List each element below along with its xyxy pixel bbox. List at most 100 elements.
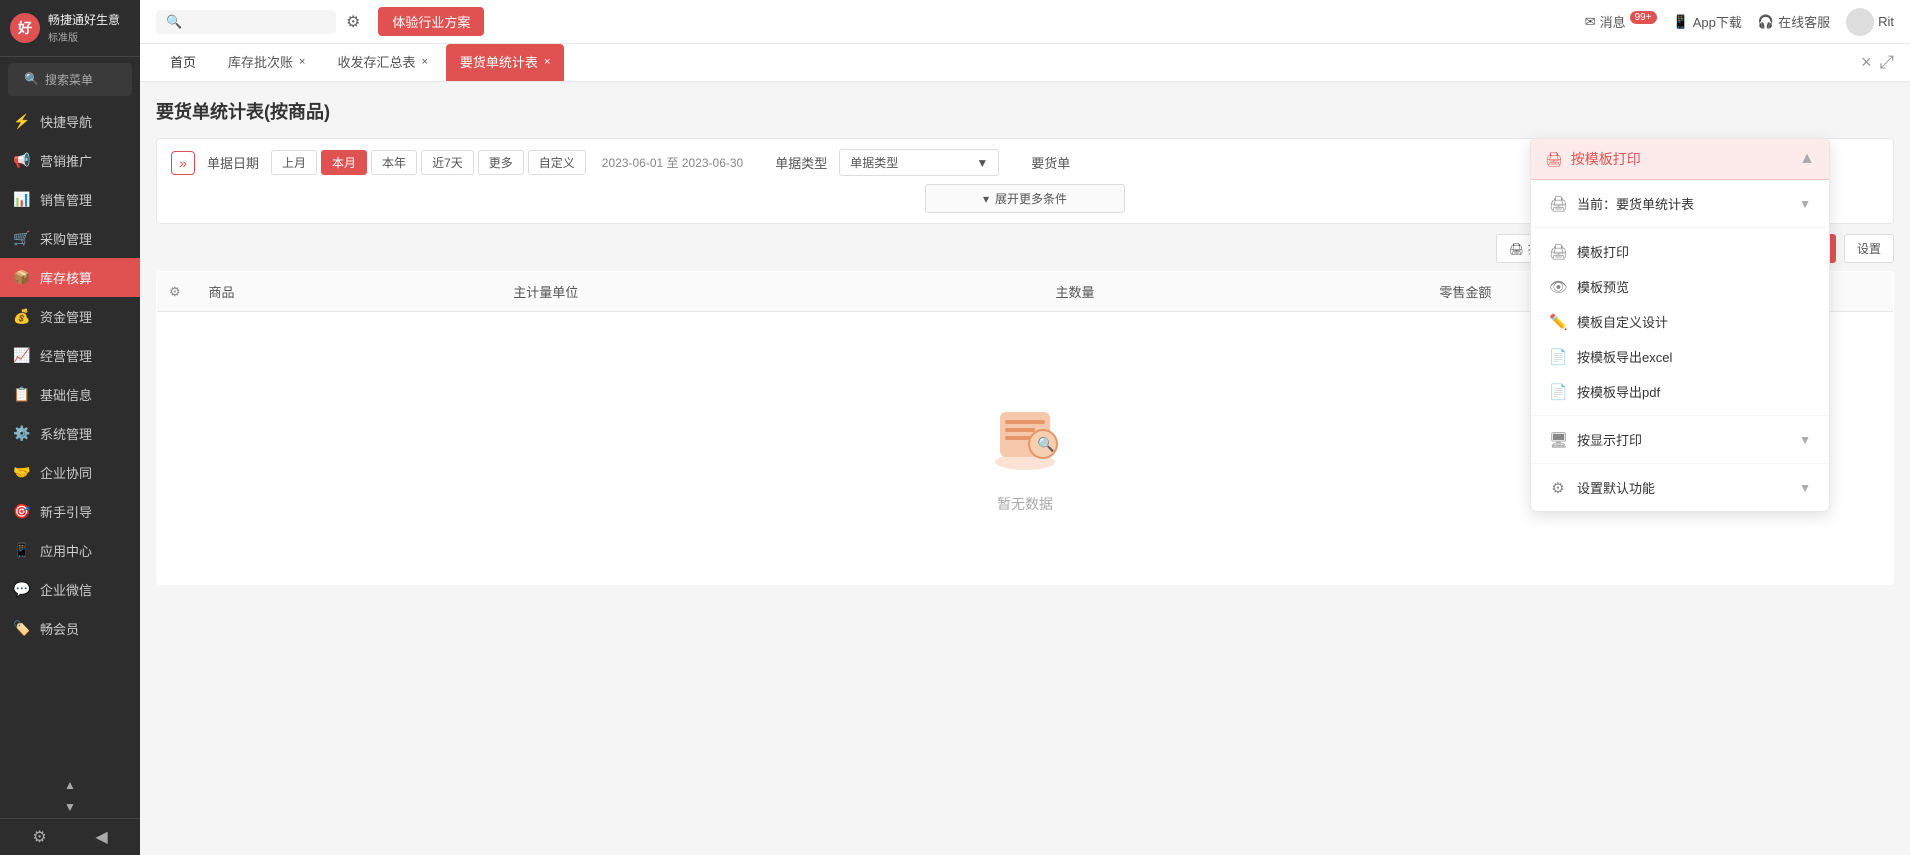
dropdown-display-section: 🖥 按显示打印 ▼ [1531,416,1829,464]
settings-button[interactable]: 设置 [1844,234,1894,263]
sidebar-item-marketing[interactable]: 📢 营销推广 [0,141,140,180]
sidebar-item-label: 营销推广 [40,151,92,170]
sidebar-item-basic[interactable]: 📋 基础信息 [0,375,140,414]
date-range-display: 2023-06-01 至 2023-06-30 [602,154,743,171]
type-select-placeholder: 单据类型 [850,154,898,171]
tab-order-stats-label: 要货单统计表 [460,52,538,71]
sidebar-item-inventory[interactable]: 📦 库存核算 [0,258,140,297]
empty-text: 暂无数据 [997,494,1053,514]
print-icon: 🖨 [1509,242,1524,256]
user-avatar[interactable]: Rit [1846,8,1894,36]
sidebar-settings-btn[interactable]: ⚙ [32,827,46,847]
print-dropdown-close-button[interactable]: ▲ [1799,150,1815,168]
sidebar-item-apps[interactable]: 📱 应用中心 [0,531,140,570]
dropdown-item-export-excel[interactable]: 📄 按模板导出excel [1531,339,1829,374]
tab-inventory-batch[interactable]: 库存批次账 × [214,44,319,81]
sidebar-collapse-btn[interactable]: ◀ [95,827,107,847]
date-btn-last-month[interactable]: 上月 [271,150,317,175]
panel-maximize-button[interactable]: ⤢ [1880,52,1894,73]
expand-more-icon: ▾ [983,192,989,206]
filter-expand-button[interactable]: » [171,151,195,175]
dropdown-item-template-print[interactable]: 🖨 模板打印 [1531,234,1829,269]
dropdown-default-left: ⚙ 设置默认功能 [1549,478,1655,497]
sidebar-item-label: 企业协同 [40,463,92,482]
sidebar-navigation: ⚡ 快捷导航 📢 营销推广 📊 销售管理 🛒 采购管理 📦 库存核算 💰 资金管… [0,102,140,774]
sidebar-item-label: 资金管理 [40,307,92,326]
sidebar-item-purchase[interactable]: 🛒 采购管理 [0,219,140,258]
dropdown-item-export-pdf[interactable]: 📄 按模板导出pdf [1531,374,1829,409]
tab-home[interactable]: 首页 [156,44,210,81]
trial-button[interactable]: 体验行业方案 [378,7,484,36]
sidebar-scroll-up[interactable]: ▲ [0,774,140,796]
svg-text:🔍: 🔍 [1037,435,1054,453]
system-icon: ⚙️ [12,425,32,442]
sidebar-item-quick-nav[interactable]: ⚡ 快捷导航 [0,102,140,141]
tab-summary-close[interactable]: × [421,56,427,68]
guide-icon: 🎯 [12,503,32,520]
dropdown-item-template-custom[interactable]: ✏️ 模板自定义设计 [1531,304,1829,339]
type-select-chevron: ▼ [976,156,988,170]
sidebar-item-label: 采购管理 [40,229,92,248]
topbar-search-box[interactable]: 🔍 [156,10,336,34]
dropdown-item-template-preview[interactable]: 👁 模板预览 [1531,269,1829,304]
scroll-down-icon: ▼ [64,800,76,814]
app-download-button[interactable]: 📱 App下载 [1673,12,1742,31]
dropdown-default-func[interactable]: ⚙ 设置默认功能 ▼ [1531,470,1829,505]
tab-home-label: 首页 [170,52,196,71]
sidebar-item-finance[interactable]: 💰 资金管理 [0,297,140,336]
display-print-label: 按显示打印 [1577,430,1642,449]
sidebar-item-label: 应用中心 [40,541,92,560]
customer-service-label: 在线客服 [1778,12,1830,31]
sidebar-item-sales[interactable]: 📊 销售管理 [0,180,140,219]
print-dropdown-header: 🖨 按模板打印 ▲ [1531,139,1829,180]
topbar-settings-icon[interactable]: ⚙ [346,12,360,32]
sidebar-item-system[interactable]: ⚙️ 系统管理 [0,414,140,453]
col-product: 商品 [197,272,502,312]
date-btn-custom[interactable]: 自定义 [528,150,586,175]
date-btn-more[interactable]: 更多 [478,150,524,175]
app-logo-icon: 好 [10,13,40,43]
marketing-icon: 📢 [12,152,32,169]
sidebar-search-label: 搜索菜单 [45,71,93,88]
panel-close-button[interactable]: × [1861,52,1872,73]
sidebar-search[interactable]: 🔍 搜索菜单 [8,63,132,96]
expand-more-button[interactable]: ▾ 展开更多条件 [925,184,1125,213]
dropdown-default-section: ⚙ 设置默认功能 ▼ [1531,464,1829,511]
basic-icon: 📋 [12,386,32,403]
sidebar-item-wechat[interactable]: 💬 企业微信 [0,570,140,609]
sidebar-scroll-down[interactable]: ▼ [0,796,140,818]
app-download-icon: 📱 [1673,14,1689,30]
type-filter-select[interactable]: 单据类型 ▼ [839,149,999,176]
date-btn-7days[interactable]: 近7天 [421,150,474,175]
purchase-icon: 🛒 [12,230,32,247]
sidebar-item-member[interactable]: 🏷️ 畅会员 [0,609,140,648]
table-column-settings-icon[interactable]: ⚙ [169,284,181,299]
message-button[interactable]: ✉ 消息 99+ [1585,12,1657,31]
date-btn-this-month[interactable]: 本月 [321,150,367,175]
tab-order-stats[interactable]: 要货单统计表 × [446,44,564,81]
dropdown-current-item[interactable]: 🖨 当前：要货单统计表 ▼ [1531,186,1829,221]
page-title: 要货单统计表(按商品) [156,98,1894,124]
sidebar-item-cooperation[interactable]: 🤝 企业协同 [0,453,140,492]
dropdown-display-print[interactable]: 🖥 按显示打印 ▼ [1531,422,1829,457]
message-label: 消息 [1600,12,1626,31]
quick-nav-icon: ⚡ [12,113,32,130]
dropdown-current-left: 🖨 当前：要货单统计表 [1549,194,1694,213]
customer-service-button[interactable]: 🎧 在线客服 [1758,12,1830,31]
type-filter-label: 单据类型 [775,153,827,172]
tab-order-stats-close[interactable]: × [544,56,550,68]
tab-inventory-batch-close[interactable]: × [299,56,305,68]
sidebar-item-label: 销售管理 [40,190,92,209]
wechat-icon: 💬 [12,581,32,598]
date-btn-this-year[interactable]: 本年 [371,150,417,175]
col-quantity: 主数量 [1043,272,1427,312]
dropdown-current-chevron: ▼ [1799,197,1811,211]
topbar-search-input[interactable] [182,15,322,29]
app-download-label: App下载 [1693,12,1742,31]
sidebar-item-label: 企业微信 [40,580,92,599]
dropdown-display-left: 🖥 按显示打印 [1549,430,1642,449]
tab-summary[interactable]: 收发存汇总表 × [323,44,441,81]
sidebar-item-operation[interactable]: 📈 经营管理 [0,336,140,375]
sidebar-item-guide[interactable]: 🎯 新手引导 [0,492,140,531]
template-custom-label: 模板自定义设计 [1577,312,1668,331]
